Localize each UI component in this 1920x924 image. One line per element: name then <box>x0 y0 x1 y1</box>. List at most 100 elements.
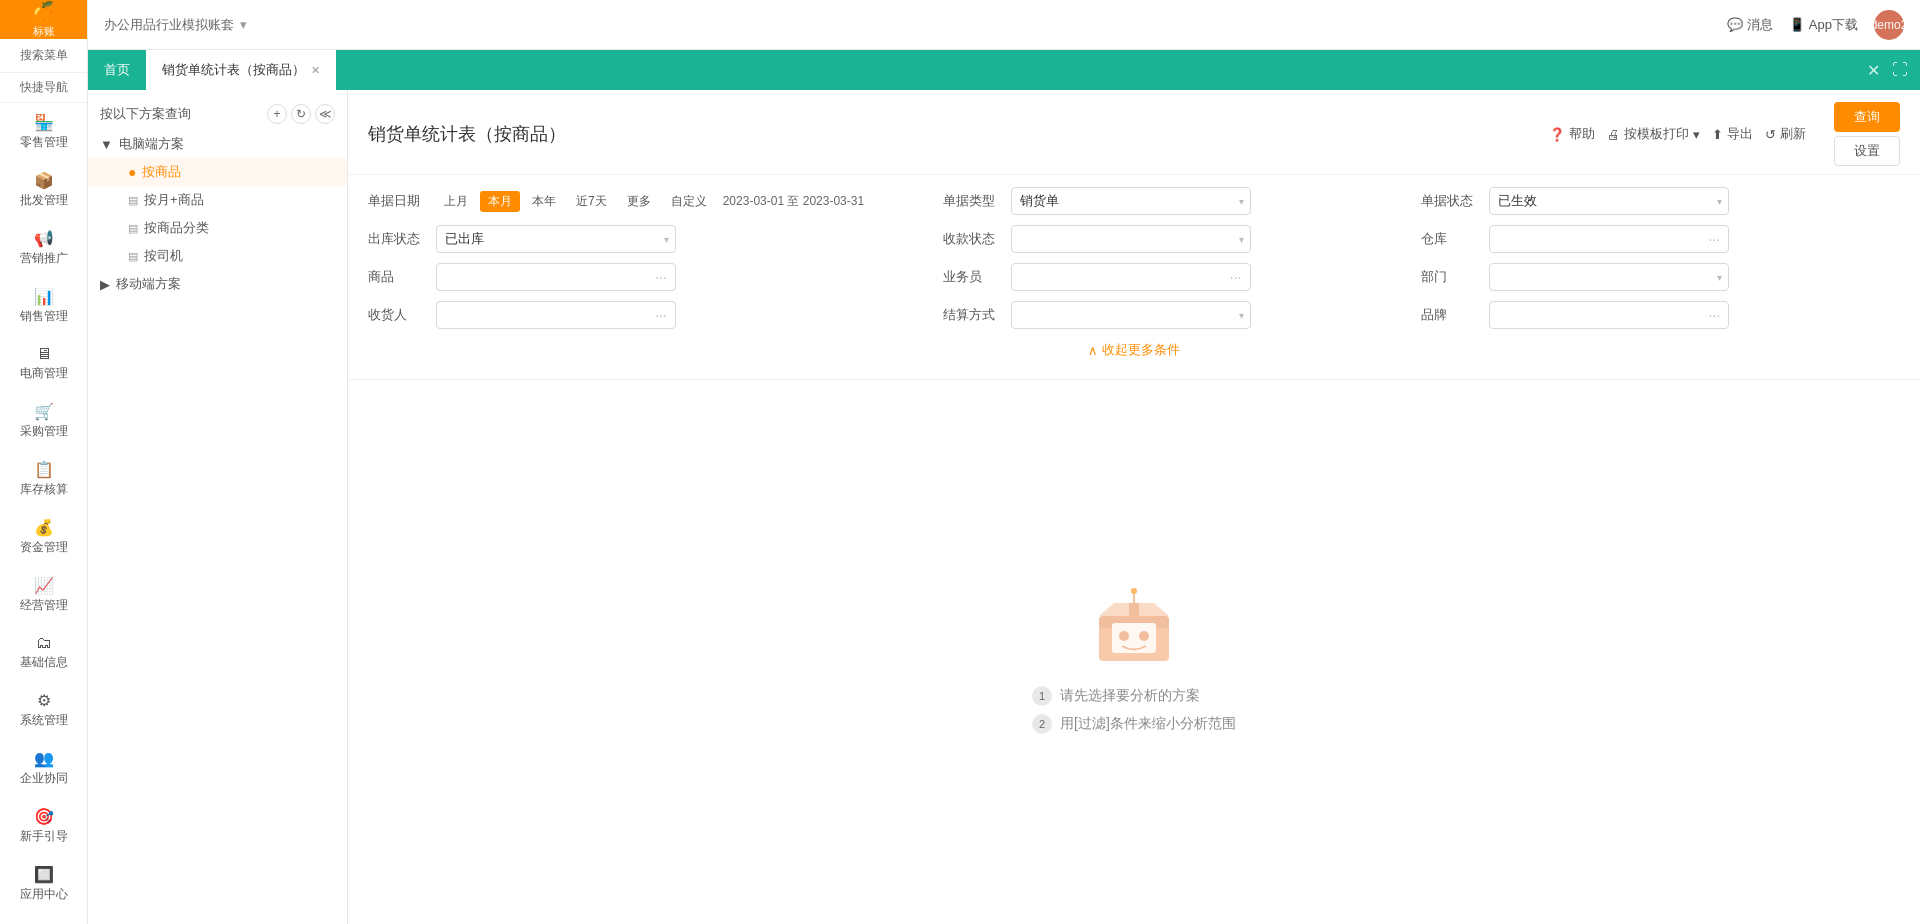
right-panel: 销货单统计表（按商品） ❓ 帮助 🖨 按模板打印 ▾ ⬆ 导出 <box>348 90 1920 924</box>
out-status-select-wrap: 已出库 ▾ <box>436 225 676 253</box>
tree-item-by-month-goods[interactable]: ▤ 按月+商品 <box>88 186 347 214</box>
tab-minimize-btn[interactable]: ✕ <box>1863 59 1884 82</box>
date-tab-more[interactable]: 更多 <box>619 191 659 212</box>
wholesale-icon: 📦 <box>34 171 54 190</box>
sidebar-item-ecommerce[interactable]: 🖥 电商管理 <box>0 335 87 392</box>
tree-pc-scheme[interactable]: ▼ 电脑端方案 <box>88 130 347 158</box>
logo-text: 标账 <box>33 24 55 39</box>
brand-select-wrap: ··· <box>1489 301 1729 329</box>
tab-maximize-btn[interactable]: ⛶ <box>1888 59 1912 81</box>
payment-status-label: 收款状态 <box>943 230 1003 248</box>
left-panel-actions: + ↻ ≪ <box>267 104 335 124</box>
sidebar-item-finance[interactable]: 💰 资金管理 <box>0 508 87 566</box>
sidebar-item-wechat[interactable]: 💬 企业微信 <box>0 913 87 924</box>
system-icon: ⚙ <box>37 691 51 710</box>
sidebar-item-wholesale[interactable]: 📦 批发管理 <box>0 161 87 219</box>
sidebar-item-guide[interactable]: 🎯 新手引导 <box>0 797 87 855</box>
doc-type-select[interactable]: 销货单 ▾ <box>1011 187 1251 215</box>
user-avatar[interactable]: demo2 <box>1874 10 1904 40</box>
tree-mobile-scheme[interactable]: ▶ 移动端方案 <box>88 270 347 298</box>
sidebar-item-apps[interactable]: 🔲 应用中心 <box>0 855 87 913</box>
sidebar-item-sales[interactable]: 📊 销售管理 <box>0 277 87 335</box>
app-download-btn[interactable]: 📱 App下载 <box>1789 16 1858 34</box>
hint-num-2: 2 <box>1032 714 1052 734</box>
payment-status-arrow: ▾ <box>1239 234 1244 245</box>
receiver-select-wrap: ··· <box>436 301 676 329</box>
filter-area: 单据日期 上月 本月 本年 近7天 更多 自定义 2023-03-01 至 20… <box>348 175 1920 380</box>
tab-home[interactable]: 首页 <box>88 50 146 90</box>
svg-point-4 <box>1139 631 1149 641</box>
brand-select[interactable]: ··· <box>1489 301 1729 329</box>
doc-status-label: 单据状态 <box>1421 192 1481 210</box>
download-icon: 📱 <box>1789 17 1805 32</box>
refresh-btn[interactable]: ↺ 刷新 <box>1765 125 1806 143</box>
message-btn[interactable]: 💬 消息 <box>1727 16 1773 34</box>
tab-sales-stats[interactable]: 销货单统计表（按商品） ✕ <box>146 50 336 90</box>
sidebar-item-enterprise[interactable]: 👥 企业协同 <box>0 739 87 797</box>
payment-status-select-wrap: ▾ <box>1011 225 1251 253</box>
left-panel: 按以下方案查询 + ↻ ≪ ▼ 电脑端方案 ● 按商品 ▤ 按月+商品 <box>88 90 348 924</box>
receiver-label: 收货人 <box>368 306 428 324</box>
settings-button[interactable]: 设置 <box>1834 136 1900 166</box>
tree-mobile-expand-icon: ▶ <box>100 277 110 292</box>
warehouse-select[interactable]: ··· <box>1489 225 1729 253</box>
out-status-select[interactable]: 已出库 ▾ <box>436 225 676 253</box>
inventory-icon: 📋 <box>34 460 54 479</box>
sidebar-item-marketing[interactable]: 📢 营销推广 <box>0 219 87 277</box>
content-area: 按以下方案查询 + ↻ ≪ ▼ 电脑端方案 ● 按商品 ▤ 按月+商品 <box>88 90 1920 924</box>
department-arrow: ▾ <box>1717 272 1722 283</box>
date-tab-custom[interactable]: 自定义 <box>663 191 715 212</box>
print-icon: 🖨 <box>1607 127 1620 142</box>
topbar-right: 💬 消息 📱 App下载 demo2 <box>1727 10 1904 40</box>
refresh-scheme-btn[interactable]: ↻ <box>291 104 311 124</box>
template-print-btn[interactable]: 🖨 按模板打印 ▾ <box>1607 125 1700 143</box>
tabbar-actions: ✕ ⛶ <box>1855 50 1920 90</box>
collapse-filters-btn[interactable]: ∧ 收起更多条件 <box>368 333 1900 367</box>
department-select[interactable]: ▾ <box>1489 263 1729 291</box>
salesman-select[interactable]: ··· <box>1011 263 1251 291</box>
filter-row-1: 单据日期 上月 本月 本年 近7天 更多 自定义 2023-03-01 至 20… <box>368 187 1900 215</box>
sidebar-search[interactable]: 搜索菜单 <box>0 39 87 73</box>
help-icon: ❓ <box>1549 127 1565 142</box>
brand-dots: ··· <box>1709 307 1721 323</box>
sidebar-item-operations[interactable]: 📈 经营管理 <box>0 566 87 624</box>
doc-type-select-wrap: 销货单 ▾ <box>1011 187 1251 215</box>
title-arrow: ▾ <box>240 17 247 32</box>
goods-select[interactable]: ··· <box>436 263 676 291</box>
query-button[interactable]: 查询 <box>1834 102 1900 132</box>
payment-status-select[interactable]: ▾ <box>1011 225 1251 253</box>
date-tab-last-month[interactable]: 上月 <box>436 191 476 212</box>
sidebar-item-basic[interactable]: 🗂 基础信息 <box>0 624 87 681</box>
guide-icon: 🎯 <box>34 807 54 826</box>
empty-hints: 1 请先选择要分析的方案 2 用[过滤]条件来缩小分析范围 <box>1032 686 1236 734</box>
date-tab-this-year[interactable]: 本年 <box>524 191 564 212</box>
operations-icon: 📈 <box>34 576 54 595</box>
date-tab-7days[interactable]: 近7天 <box>568 191 615 212</box>
topbar: 办公用品行业模拟账套 ▾ 💬 消息 📱 App下载 demo2 <box>88 0 1920 50</box>
tree-item-by-goods[interactable]: ● 按商品 <box>88 158 347 186</box>
department-select-wrap: ▾ <box>1489 263 1729 291</box>
goods-cat-icon: ▤ <box>128 222 138 235</box>
tabbar: 首页 销货单统计表（按商品） ✕ ✕ ⛶ <box>88 50 1920 90</box>
doc-status-select-wrap: 已生效 ▾ <box>1489 187 1729 215</box>
finance-icon: 💰 <box>34 518 54 537</box>
tree-item-by-driver[interactable]: ▤ 按司机 <box>88 242 347 270</box>
settlement-select[interactable]: ▾ <box>1011 301 1251 329</box>
sidebar-nav[interactable]: 快捷导航 <box>0 73 87 103</box>
salesman-label: 业务员 <box>943 268 1003 286</box>
sidebar-item-system[interactable]: ⚙ 系统管理 <box>0 681 87 739</box>
sidebar-item-purchase[interactable]: 🛒 采购管理 <box>0 392 87 450</box>
sidebar-item-inventory[interactable]: 📋 库存核算 <box>0 450 87 508</box>
collapse-scheme-btn[interactable]: ≪ <box>315 104 335 124</box>
help-btn[interactable]: ❓ 帮助 <box>1549 125 1595 143</box>
sidebar-item-retail[interactable]: 🏪 零售管理 <box>0 103 87 161</box>
out-status-label: 出库状态 <box>368 230 428 248</box>
add-scheme-btn[interactable]: + <box>267 104 287 124</box>
tab-close-btn[interactable]: ✕ <box>311 64 320 77</box>
tree-item-by-goods-cat[interactable]: ▤ 按商品分类 <box>88 214 347 242</box>
doc-status-select[interactable]: 已生效 ▾ <box>1489 187 1729 215</box>
date-tab-this-month[interactable]: 本月 <box>480 191 520 212</box>
receiver-select[interactable]: ··· <box>436 301 676 329</box>
export-btn[interactable]: ⬆ 导出 <box>1712 125 1753 143</box>
warehouse-label: 仓库 <box>1421 230 1481 248</box>
